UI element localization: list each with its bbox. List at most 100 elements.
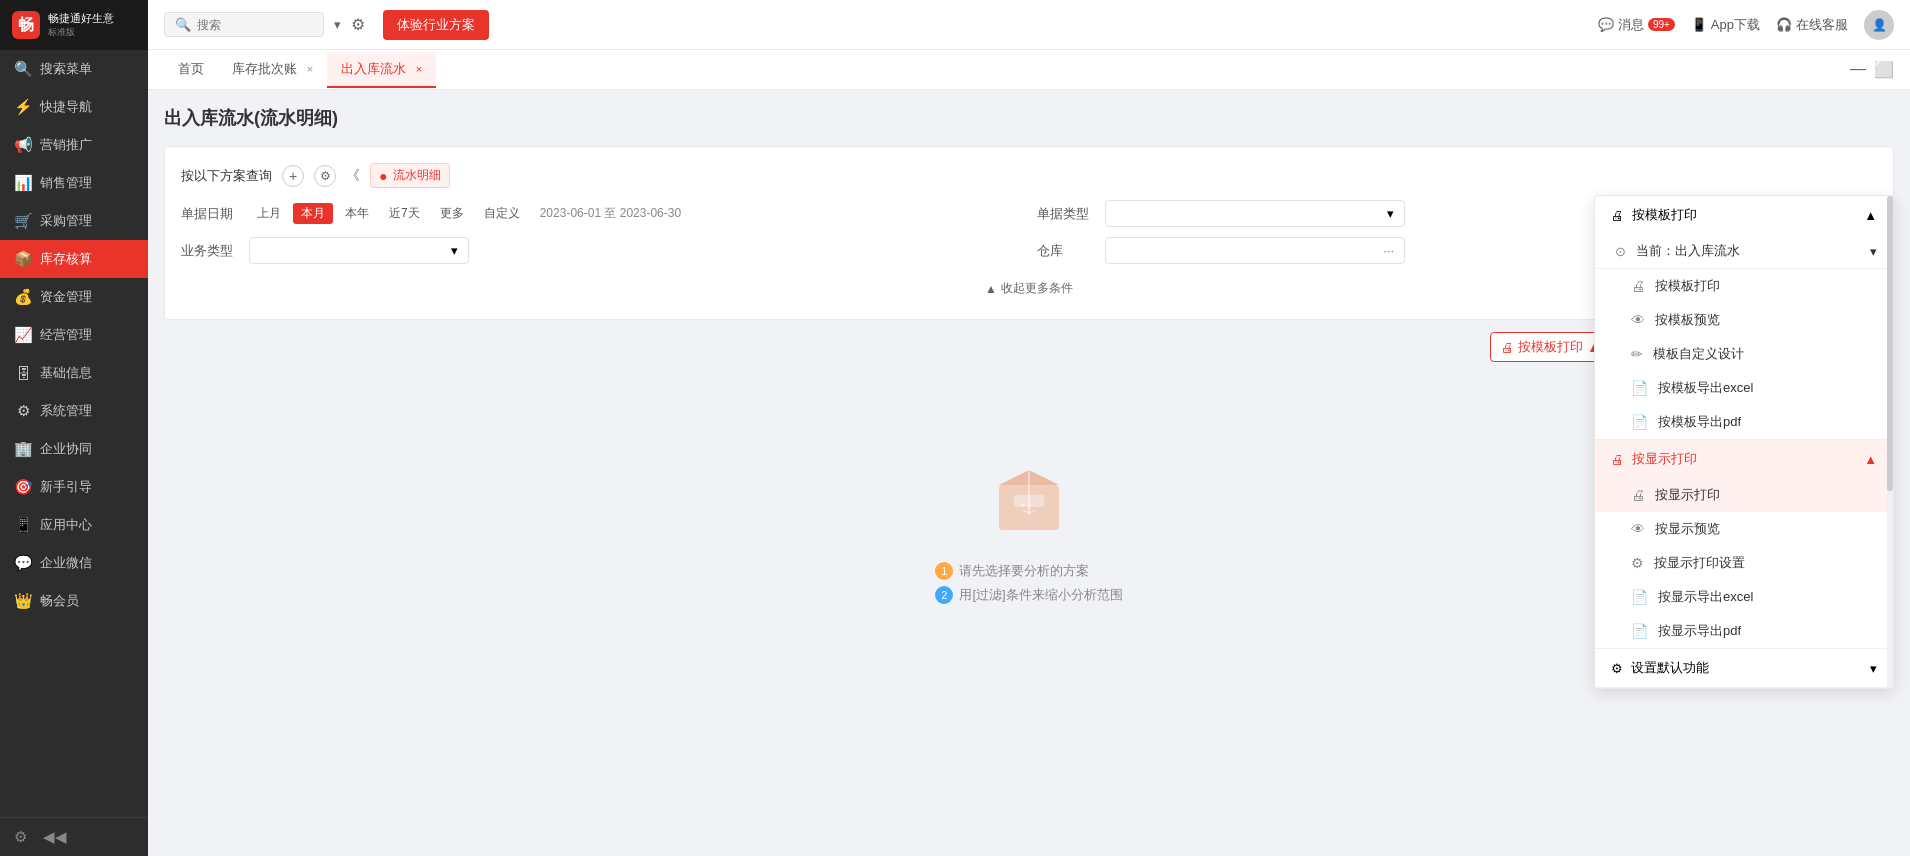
sidebar-item-system[interactable]: ⚙ 系统管理 [0, 392, 148, 430]
user-icon: 👤 [1872, 18, 1887, 32]
sidebar-item-finance[interactable]: 💰 资金管理 [0, 278, 148, 316]
template-custom-item[interactable]: ✏ 模板自定义设计 [1595, 337, 1893, 371]
sidebar-item-corp[interactable]: 🏢 企业协同 [0, 430, 148, 468]
apps-icon: 📱 [14, 516, 32, 534]
template-preview-item[interactable]: 👁 按模板预览 [1595, 303, 1893, 337]
warehouse-field-label: 仓库 [1037, 242, 1097, 260]
filter-settings-btn[interactable]: ⚙ [314, 165, 336, 187]
sidebar-item-label: 搜索菜单 [40, 60, 92, 78]
sidebar-item-quicknav[interactable]: ⚡ 快捷导航 [0, 88, 148, 126]
template-print-item[interactable]: 🖨 按模板打印 [1595, 269, 1893, 303]
template-print-header[interactable]: 🖨 按模板打印 ▲ [1595, 196, 1893, 234]
display-print-settings-item[interactable]: ⚙ 按显示打印设置 [1595, 546, 1893, 580]
type-field-label: 单据类型 [1037, 205, 1097, 223]
date-shortcut-7days[interactable]: 近7天 [381, 203, 428, 224]
sidebar-item-wechat[interactable]: 💬 企业微信 [0, 544, 148, 582]
message-btn[interactable]: 💬 消息 99+ [1598, 16, 1675, 34]
app-download-btn[interactable]: 📱 App下载 [1691, 16, 1760, 34]
date-shortcut-last-month[interactable]: 上月 [249, 203, 289, 224]
sidebar-item-label: 快捷导航 [40, 98, 92, 116]
print-icon: 🖨 [1501, 340, 1514, 355]
search-input[interactable] [197, 18, 297, 32]
display-excel-label: 按显示导出excel [1658, 588, 1753, 606]
tab-inventory-flow-close[interactable]: × [416, 63, 422, 75]
type-select[interactable]: ▾ [1105, 200, 1405, 227]
customer-service-btn[interactable]: 🎧 在线客服 [1776, 16, 1848, 34]
user-avatar[interactable]: 👤 [1864, 10, 1894, 40]
collapse-more-btn[interactable]: ▲ 收起更多条件 [979, 274, 1079, 303]
default-section-chevron: ▾ [1870, 661, 1877, 676]
default-section-header[interactable]: ⚙ 设置默认功能 ▾ [1595, 649, 1893, 687]
topbar-dropdown-icon[interactable]: ▾ [334, 17, 341, 32]
inventory-icon: 📦 [14, 250, 32, 268]
display-pdf-item[interactable]: 📄 按显示导出pdf [1595, 614, 1893, 648]
tab-batch-account-close[interactable]: × [307, 63, 313, 75]
sidebar-item-vip[interactable]: 👑 畅会员 [0, 582, 148, 620]
app-download-label: App下载 [1711, 16, 1760, 34]
template-print-label: 按模板打印 [1518, 338, 1583, 356]
template-print-item-label: 按模板打印 [1655, 277, 1720, 295]
warehouse-more-icon[interactable]: ··· [1383, 243, 1394, 258]
template-excel-label: 按模板导出excel [1658, 379, 1753, 397]
default-section-icon: ⚙ [1611, 661, 1623, 676]
scrollbar-track[interactable] [1887, 196, 1893, 688]
template-excel-item[interactable]: 📄 按模板导出excel [1595, 371, 1893, 405]
printer-icon: 🖨 [1631, 278, 1645, 294]
settings-bottom-icon[interactable]: ⚙ [14, 828, 27, 846]
business-select-chevron: ▾ [451, 243, 458, 258]
sidebar-item-purchase[interactable]: 🛒 采购管理 [0, 202, 148, 240]
operations-icon: 📈 [14, 326, 32, 344]
empty-illustration [979, 450, 1079, 550]
display-preview-item[interactable]: 👁 按显示预览 [1595, 512, 1893, 546]
tab-inventory-flow[interactable]: 出入库流水 × [327, 52, 436, 88]
template-print-section: 🖨 按模板打印 ▲ ⊙ 当前：出入库流水 ▾ 🖨 按模板打印 👁 [1595, 196, 1893, 440]
sidebar-item-sales[interactable]: 📊 销售管理 [0, 164, 148, 202]
template-pdf-item[interactable]: 📄 按模板导出pdf [1595, 405, 1893, 439]
current-template-item[interactable]: ⊙ 当前：出入库流水 ▾ [1595, 234, 1893, 269]
topbar-search-box[interactable]: 🔍 [164, 12, 324, 37]
industry-btn[interactable]: 体验行业方案 [383, 10, 489, 40]
logo-icon: 畅 [12, 11, 40, 39]
date-shortcuts: 上月 本月 本年 近7天 更多 自定义 [249, 203, 528, 224]
display-print-item[interactable]: 🖨 按显示打印 [1595, 478, 1893, 512]
display-print-header-label: 按显示打印 [1632, 450, 1697, 468]
sidebar-item-label: 基础信息 [40, 364, 92, 382]
date-shortcut-more[interactable]: 更多 [432, 203, 472, 224]
warehouse-select[interactable]: ··· [1105, 237, 1405, 264]
message-label: 消息 [1618, 16, 1644, 34]
filter-tag: ● 流水明细 [370, 163, 450, 188]
display-print-header-icon: 🖨 [1611, 452, 1624, 467]
svg-point-4 [1027, 503, 1031, 507]
collapse-sidebar-icon[interactable]: ◀◀ [43, 828, 67, 846]
main-area: 🔍 ▾ ⚙ 体验行业方案 💬 消息 99+ 📱 App下载 🎧 在线客服 👤 [148, 0, 1910, 856]
sidebar-item-base[interactable]: 🗄 基础信息 [0, 354, 148, 392]
date-shortcut-this-year[interactable]: 本年 [337, 203, 377, 224]
base-icon: 🗄 [14, 365, 32, 382]
date-shortcut-custom[interactable]: 自定义 [476, 203, 528, 224]
display-print-header[interactable]: 🖨 按显示打印 ▲ [1595, 440, 1893, 478]
current-template-icon: ⊙ [1615, 244, 1626, 259]
customer-service-label: 在线客服 [1796, 16, 1848, 34]
display-preview-icon: 👁 [1631, 521, 1645, 537]
topbar-gear-icon[interactable]: ⚙ [351, 15, 365, 34]
maximize-icon[interactable]: ⬜ [1874, 60, 1894, 79]
tab-home-label: 首页 [178, 61, 204, 76]
display-excel-item[interactable]: 📄 按显示导出excel [1595, 580, 1893, 614]
date-shortcut-this-month[interactable]: 本月 [293, 203, 333, 224]
sidebar-item-marketing[interactable]: 📢 营销推广 [0, 126, 148, 164]
filter-collapse-btn[interactable]: 《 [346, 167, 360, 185]
filter-add-btn[interactable]: + [282, 165, 304, 187]
sidebar-item-operations[interactable]: 📈 经营管理 [0, 316, 148, 354]
sidebar-item-search[interactable]: 🔍 搜索菜单 [0, 50, 148, 88]
tab-home[interactable]: 首页 [164, 52, 218, 88]
sidebar-item-inventory[interactable]: 📦 库存核算 [0, 240, 148, 278]
sidebar-item-label: 营销推广 [40, 136, 92, 154]
display-print-chevron: ▲ [1864, 452, 1877, 467]
minimize-icon[interactable]: — [1850, 60, 1866, 79]
template-print-chevron: ▲ [1864, 208, 1877, 223]
sidebar-item-guide[interactable]: 🎯 新手引导 [0, 468, 148, 506]
sidebar-item-apps[interactable]: 📱 应用中心 [0, 506, 148, 544]
tab-batch-account[interactable]: 库存批次账 × [218, 52, 327, 88]
current-template-label: 当前：出入库流水 [1636, 242, 1740, 260]
business-select[interactable]: ▾ [249, 237, 469, 264]
